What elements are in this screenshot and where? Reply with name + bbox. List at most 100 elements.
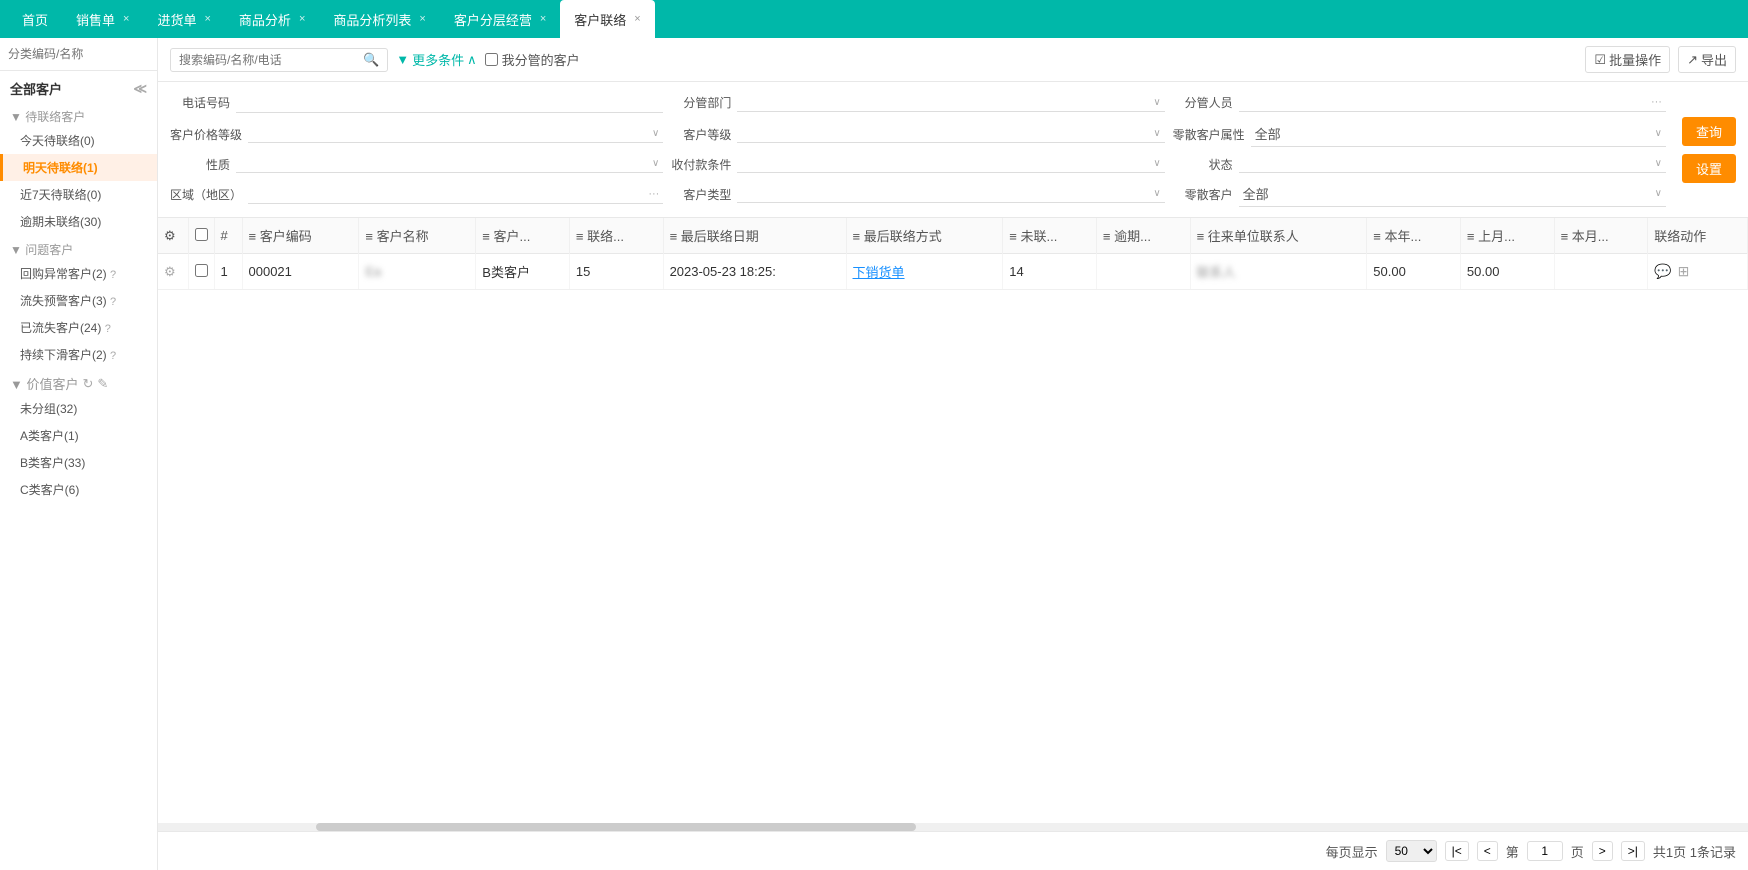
col-contact-person[interactable]: ≡ 往来单位联系人 — [1190, 218, 1367, 254]
col-name[interactable]: ≡ 客户名称 — [359, 218, 476, 254]
col-checkbox — [188, 218, 214, 254]
group-title-value: ▼ 价值客户 ↻ ✎ — [0, 368, 157, 395]
sidebar-item-abnormal[interactable]: 回购异常客户(2) ? — [0, 260, 157, 287]
my-customers-checkbox[interactable]: 我分管的客户 — [485, 50, 580, 69]
export-btn[interactable]: ↗ 导出 — [1678, 46, 1736, 73]
col-type[interactable]: ≡ 客户... — [476, 218, 570, 254]
col-gear[interactable]: ⚙ — [158, 218, 188, 254]
close-icon[interactable]: × — [419, 13, 425, 25]
more-conditions-btn[interactable]: ▼ 更多条件 ∧ — [396, 50, 476, 69]
filter-row-4: 区域（地区） ··· 客户类型 ∨ 零散客户 — [170, 181, 1666, 207]
table-header-row: ⚙ # ≡ 客户编码 ≡ 客户名称 ≡ 客户... ≡ 联络... ≡ 最后联络… — [158, 218, 1748, 254]
filter-retail-attr-label: 零散客户属性 — [1173, 126, 1245, 143]
nav-customer-tier[interactable]: 客户分层经营 × — [440, 0, 560, 38]
filter-nature-select[interactable]: ∨ — [236, 155, 663, 173]
filter-payment-label: 收付款条件 — [671, 156, 731, 173]
filter-price-grade-select[interactable]: ∨ — [248, 125, 663, 143]
col-this-year[interactable]: ≡ 本年... — [1367, 218, 1461, 254]
filter-region-select[interactable]: ··· — [248, 185, 663, 204]
nav-purchase[interactable]: 进货单 × — [143, 0, 224, 38]
sidebar-item-overdue[interactable]: 逾期未联络(30) — [0, 208, 157, 235]
search-input[interactable] — [179, 53, 359, 67]
filter-customer-type-select[interactable]: ∨ — [737, 185, 1164, 203]
sidebar-item-c-class[interactable]: C类客户(6) — [0, 476, 157, 503]
filter-region: 区域（地区） ··· — [170, 185, 663, 204]
sidebar-item-today[interactable]: 今天待联络(0) — [0, 127, 157, 154]
col-overdue[interactable]: ≡ 逾期... — [1096, 218, 1190, 254]
filter-row-3: 性质 ∨ 收付款条件 ∨ 状态 — [170, 155, 1666, 173]
last-page-btn[interactable]: >| — [1621, 841, 1645, 861]
page-input[interactable] — [1527, 841, 1563, 861]
filter-grade-select[interactable]: ∨ — [737, 125, 1164, 143]
filter-row-2: 客户价格等级 ∨ 客户等级 ∨ 零散客户属性 — [170, 121, 1666, 147]
sidebar-item-warning[interactable]: 流失预警客户(3) ? — [0, 287, 157, 314]
refresh-icon[interactable]: ↻ — [82, 376, 93, 392]
sidebar-search-area: 🔍 — [0, 38, 157, 71]
col-last-date[interactable]: ≡ 最后联络日期 — [663, 218, 846, 254]
grid-icon[interactable]: ⊞ — [1678, 263, 1690, 280]
close-icon[interactable]: × — [540, 13, 546, 25]
sidebar-item-b-class[interactable]: B类客户(33) — [0, 449, 157, 476]
close-icon[interactable]: × — [299, 13, 305, 25]
sidebar-item-declining[interactable]: 持续下滑客户(2) ? — [0, 341, 157, 368]
sidebar-item-tomorrow[interactable]: 明天待联络(1) — [0, 154, 157, 181]
query-button[interactable]: 查询 — [1682, 117, 1736, 146]
nav-customer-contact[interactable]: 客户联络 × — [560, 0, 654, 38]
my-customers-check[interactable] — [485, 53, 498, 66]
sidebar-item-unclassified[interactable]: 未分组(32) — [0, 395, 157, 422]
col-num: # — [214, 218, 242, 254]
filter-phone-input[interactable] — [236, 92, 663, 113]
filter-retail-attr: 零散客户属性 全部∨ — [1173, 121, 1666, 147]
nav-sales[interactable]: 销售单 × — [62, 0, 143, 38]
nav-product-analysis[interactable]: 商品分析 × — [225, 0, 319, 38]
filter-row-1: 电话号码 分管部门 ∨ 分管人员 ··· — [170, 92, 1666, 113]
filter-dept-select[interactable]: ∨ — [737, 94, 1164, 112]
group-title-pending: ▼ 待联络客户 — [0, 102, 157, 127]
next-page-btn[interactable]: > — [1592, 841, 1613, 861]
select-all-checkbox[interactable] — [195, 228, 208, 241]
close-icon[interactable]: × — [204, 13, 210, 25]
per-page-select[interactable]: 50 100 200 — [1386, 840, 1437, 862]
edit-icon[interactable]: ✎ — [97, 376, 108, 392]
col-last-month[interactable]: ≡ 上月... — [1460, 218, 1554, 254]
sidebar-item-a-class[interactable]: A类客户(1) — [0, 422, 157, 449]
filter-status-select[interactable]: ∨ — [1239, 155, 1666, 173]
row-actions: 💬 ⊞ — [1648, 254, 1748, 290]
search-icon[interactable]: 🔍 — [363, 52, 379, 68]
nav-product-analysis-list[interactable]: 商品分析列表 × — [319, 0, 439, 38]
col-this-month[interactable]: ≡ 本月... — [1554, 218, 1648, 254]
filter-retail-select[interactable]: 全部∨ — [1239, 181, 1666, 207]
first-page-btn[interactable]: |< — [1445, 841, 1469, 861]
sidebar: 🔍 全部客户 ≪ ▼ 待联络客户 今天待联络(0) 明天待联络(1) 近7天待联… — [0, 38, 158, 870]
filter-retail-attr-select[interactable]: 全部∨ — [1251, 121, 1666, 147]
filter-region-label: 区域（地区） — [170, 186, 242, 203]
filter-person-label: 分管人员 — [1173, 94, 1233, 111]
col-last-method[interactable]: ≡ 最后联络方式 — [846, 218, 1003, 254]
collapse-icon[interactable]: ≪ — [133, 81, 147, 97]
col-contact[interactable]: ≡ 联络... — [569, 218, 663, 254]
row-overdue — [1096, 254, 1190, 290]
nav-home[interactable]: 首页 — [8, 0, 62, 38]
col-code[interactable]: ≡ 客户编码 — [242, 218, 359, 254]
sidebar-item-7days[interactable]: 近7天待联络(0) — [0, 181, 157, 208]
sidebar-item-lost[interactable]: 已流失客户(24) ? — [0, 314, 157, 341]
chat-icon[interactable]: 💬 — [1654, 263, 1671, 280]
close-icon[interactable]: × — [123, 13, 129, 25]
batch-operate-btn[interactable]: ☑ 批量操作 — [1585, 46, 1670, 73]
filter-status: 状态 ∨ — [1173, 155, 1666, 173]
gear-icon[interactable]: ⚙ — [164, 228, 176, 243]
close-icon[interactable]: × — [634, 13, 640, 25]
row-gear-cell[interactable]: ⚙ — [158, 254, 188, 290]
last-method-link[interactable]: 下销货单 — [853, 265, 905, 280]
filter-phone: 电话号码 — [170, 92, 663, 113]
row-checkbox[interactable] — [195, 264, 208, 277]
prev-page-btn[interactable]: < — [1477, 841, 1498, 861]
horizontal-scrollbar[interactable] — [158, 823, 1748, 831]
filter-payment-select[interactable]: ∨ — [737, 155, 1164, 173]
scrollbar-thumb[interactable] — [316, 823, 916, 831]
filter-person-select[interactable]: ··· — [1239, 93, 1666, 112]
col-not-contact[interactable]: ≡ 未联... — [1003, 218, 1097, 254]
sidebar-search-input[interactable] — [8, 47, 158, 61]
set-button[interactable]: 设置 — [1682, 154, 1736, 183]
filter-panel: 电话号码 分管部门 ∨ 分管人员 ··· — [158, 82, 1748, 218]
